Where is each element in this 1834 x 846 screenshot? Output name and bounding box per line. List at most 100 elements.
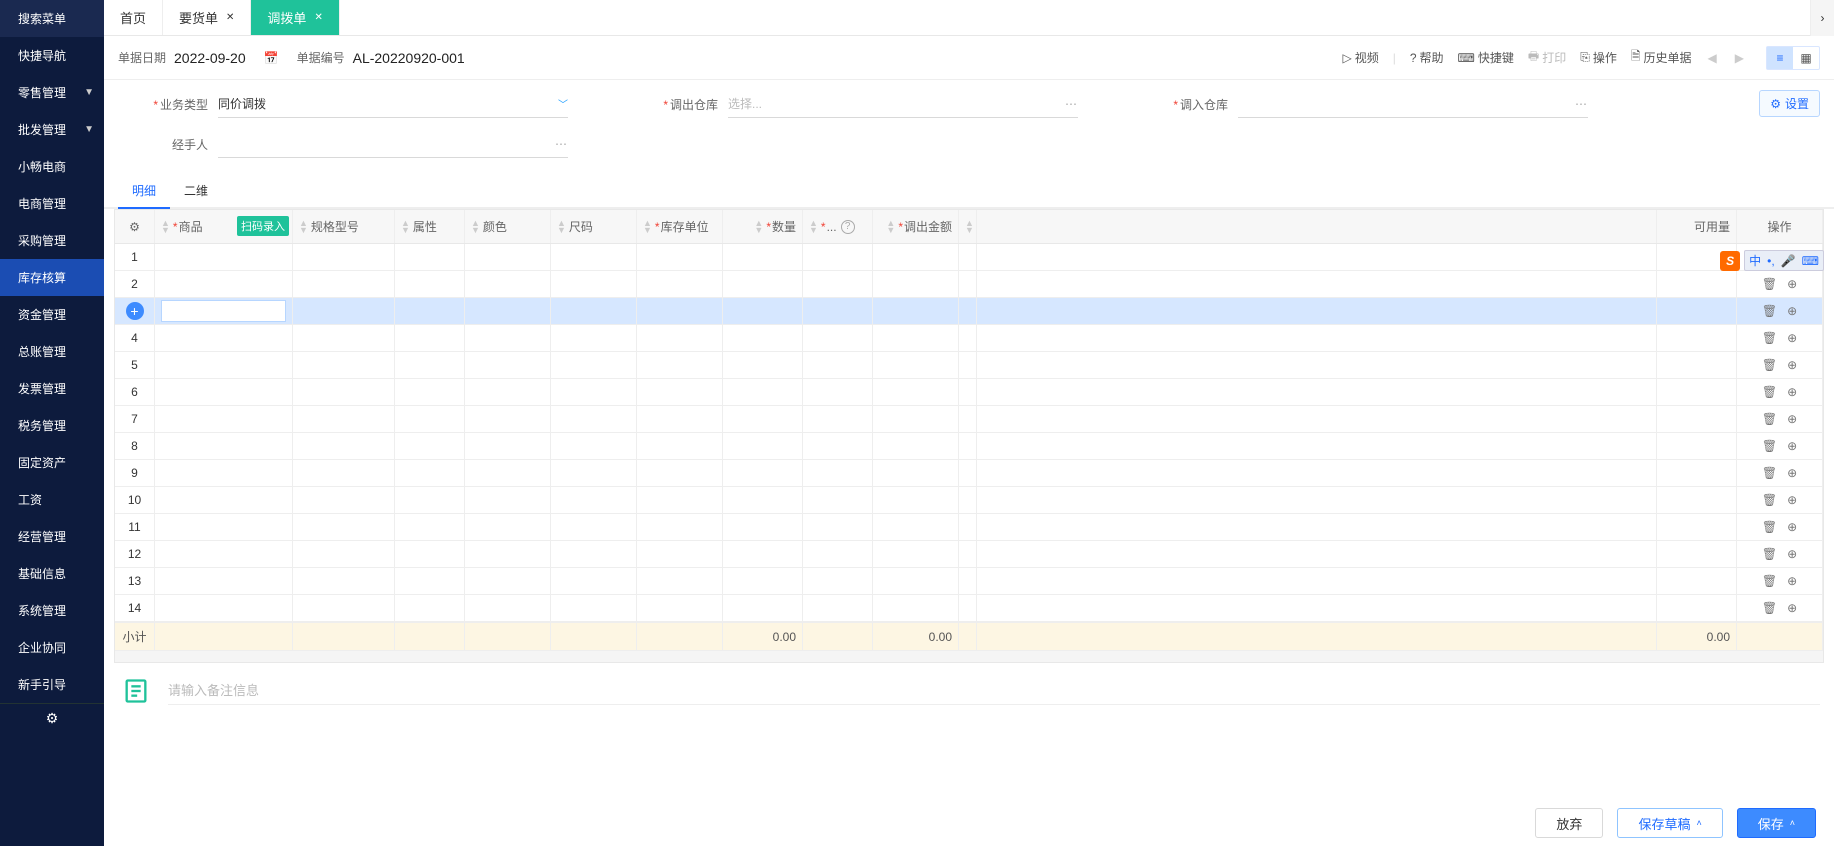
shortcut-link[interactable]: ⌨快捷键: [1458, 49, 1514, 66]
sidebar-settings[interactable]: ⚙: [0, 703, 104, 733]
cell[interactable]: [977, 460, 1657, 486]
cell[interactable]: [465, 541, 551, 567]
sidebar-item-11[interactable]: 税务管理: [0, 407, 104, 444]
cell[interactable]: [551, 406, 637, 432]
delete-row-icon[interactable]: 🗑: [1762, 358, 1777, 372]
handler-select[interactable]: ⋯: [218, 130, 568, 158]
cell[interactable]: [465, 271, 551, 297]
cell-product[interactable]: [155, 244, 293, 270]
tab-matrix[interactable]: 二维: [170, 174, 222, 207]
copy-row-icon[interactable]: ⊕: [1787, 358, 1797, 372]
table-row[interactable]: 13🗑⊕: [115, 568, 1823, 595]
tab-detail[interactable]: 明细: [118, 174, 170, 209]
biz-type-select[interactable]: 同价调拨 ﹀: [218, 90, 568, 118]
table-row[interactable]: 12🗑⊕: [115, 541, 1823, 568]
cell[interactable]: [873, 568, 959, 594]
cell[interactable]: [293, 487, 395, 513]
cell[interactable]: [465, 352, 551, 378]
cell[interactable]: [1657, 352, 1737, 378]
cell[interactable]: [977, 379, 1657, 405]
cell[interactable]: [959, 271, 977, 297]
cell[interactable]: [395, 487, 465, 513]
cell[interactable]: [1657, 487, 1737, 513]
cell[interactable]: [395, 433, 465, 459]
cell[interactable]: [293, 244, 395, 270]
col-size[interactable]: ▲▼尺码: [551, 210, 637, 243]
cell[interactable]: [803, 298, 873, 324]
cell-product[interactable]: [155, 379, 293, 405]
cell[interactable]: [977, 325, 1657, 351]
cell[interactable]: [395, 379, 465, 405]
cell[interactable]: [293, 433, 395, 459]
out-wh-select[interactable]: 选择... ⋯: [728, 90, 1078, 118]
cell[interactable]: [873, 352, 959, 378]
sidebar-item-13[interactable]: 工资: [0, 481, 104, 518]
table-row[interactable]: 6🗑⊕: [115, 379, 1823, 406]
cell[interactable]: [465, 433, 551, 459]
cell[interactable]: [551, 433, 637, 459]
tabs-scroll-right[interactable]: ›: [1810, 0, 1834, 36]
cell[interactable]: [1657, 406, 1737, 432]
cell[interactable]: [977, 298, 1657, 324]
cell[interactable]: [551, 541, 637, 567]
add-row-button[interactable]: +: [126, 302, 144, 320]
cell[interactable]: [637, 406, 723, 432]
copy-row-icon[interactable]: ⊕: [1787, 277, 1797, 291]
cell[interactable]: [395, 271, 465, 297]
table-row[interactable]: 14🗑⊕: [115, 595, 1823, 622]
cell[interactable]: [959, 325, 977, 351]
copy-row-icon[interactable]: ⊕: [1787, 331, 1797, 345]
tab-0[interactable]: 首页: [104, 0, 163, 35]
cell[interactable]: [1657, 325, 1737, 351]
close-icon[interactable]: ✕: [314, 12, 322, 23]
table-row[interactable]: 7🗑⊕: [115, 406, 1823, 433]
col-attr[interactable]: ▲▼属性: [395, 210, 465, 243]
cell[interactable]: [551, 379, 637, 405]
cell-product[interactable]: [155, 271, 293, 297]
cell[interactable]: [977, 433, 1657, 459]
operate-link[interactable]: ⎘操作: [1580, 49, 1617, 66]
col-qty[interactable]: ▲▼*数量: [723, 210, 803, 243]
cell[interactable]: [959, 379, 977, 405]
sidebar-item-7[interactable]: 库存核算: [0, 259, 104, 296]
cell[interactable]: [803, 433, 873, 459]
delete-row-icon[interactable]: 🗑: [1762, 439, 1777, 453]
cell[interactable]: [293, 595, 395, 621]
cell[interactable]: [551, 325, 637, 351]
cell[interactable]: [803, 271, 873, 297]
cell-product[interactable]: [155, 433, 293, 459]
cell-product[interactable]: [155, 460, 293, 486]
sidebar-item-14[interactable]: 经营管理: [0, 518, 104, 555]
cell[interactable]: [977, 352, 1657, 378]
cell-product[interactable]: [155, 352, 293, 378]
cell[interactable]: [637, 325, 723, 351]
cell[interactable]: [637, 460, 723, 486]
cell[interactable]: [293, 568, 395, 594]
cell[interactable]: [873, 460, 959, 486]
cell[interactable]: [465, 568, 551, 594]
cell[interactable]: [465, 406, 551, 432]
delete-row-icon[interactable]: 🗑: [1762, 574, 1777, 588]
sidebar-item-5[interactable]: 电商管理: [0, 185, 104, 222]
cell[interactable]: [551, 595, 637, 621]
sidebar-item-16[interactable]: 系统管理: [0, 592, 104, 629]
cell-product[interactable]: [155, 514, 293, 540]
cell[interactable]: [293, 271, 395, 297]
copy-row-icon[interactable]: ⊕: [1787, 412, 1797, 426]
table-row[interactable]: 10🗑⊕: [115, 487, 1823, 514]
view-grid[interactable]: ▦: [1793, 47, 1819, 69]
cell[interactable]: [723, 568, 803, 594]
cell[interactable]: [637, 244, 723, 270]
cell[interactable]: [873, 406, 959, 432]
cell[interactable]: [959, 514, 977, 540]
cell[interactable]: [959, 460, 977, 486]
cell-product[interactable]: [155, 568, 293, 594]
discard-button[interactable]: 放弃: [1535, 808, 1603, 838]
table-row[interactable]: 2🗑⊕: [115, 271, 1823, 298]
cell[interactable]: [551, 568, 637, 594]
cell[interactable]: [873, 487, 959, 513]
cell[interactable]: [723, 433, 803, 459]
cell[interactable]: [723, 325, 803, 351]
cell[interactable]: [465, 325, 551, 351]
cell[interactable]: [465, 244, 551, 270]
